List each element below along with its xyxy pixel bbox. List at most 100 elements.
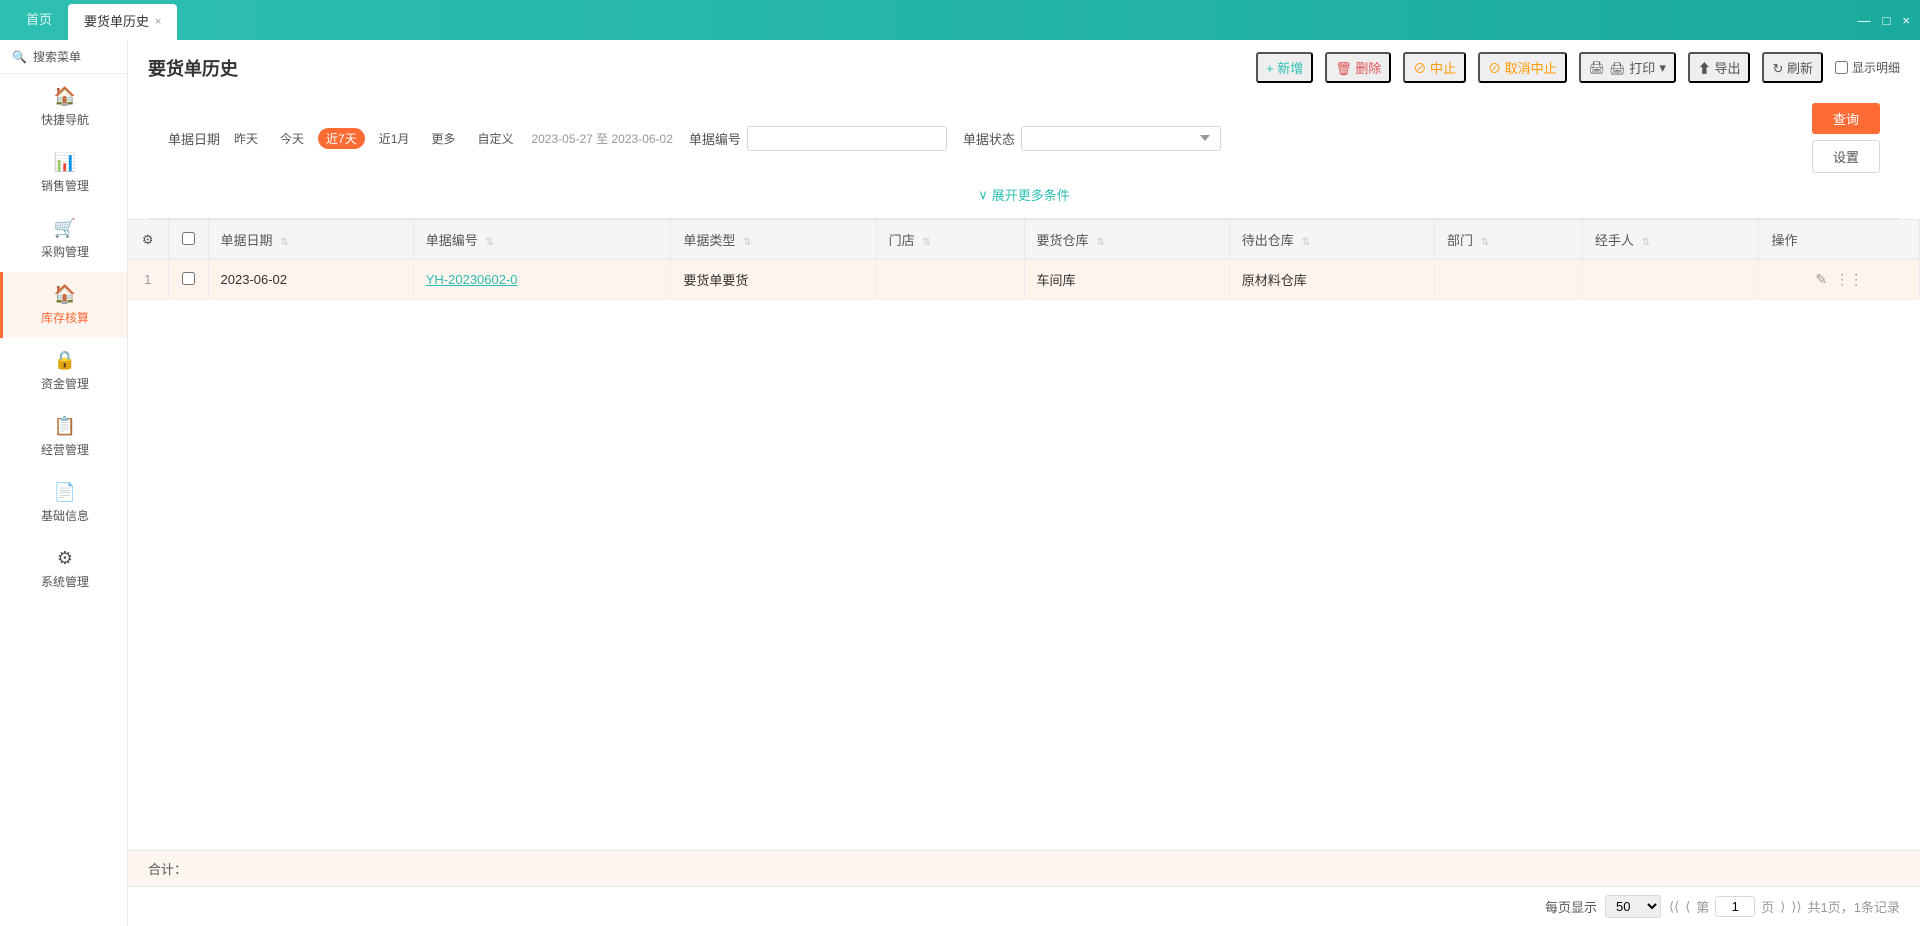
col-store[interactable]: 门店 ⇅ [876,220,1024,260]
page-label: 页 [1761,897,1774,916]
sidebar-item-finance-label: 资金管理 [41,375,89,392]
window-maximize-icon[interactable]: □ [1883,13,1891,28]
edit-icon[interactable]: ✎ [1815,271,1827,288]
select-all-checkbox[interactable] [182,232,195,245]
print-icon: 🖨 [1589,60,1606,76]
table-container: ⚙ 单据日期 ⇅ 单据编号 ⇅ [128,220,1920,850]
row-store [876,260,1024,300]
content-area: 要货单历史 + 新增 🗑 删除 ⊘ 中止 ⊘ 取消中止 🖨 🖨 打印 ▾ ⬆ 导… [128,40,1920,926]
show-detail-input[interactable] [1835,61,1848,74]
window-minimize-icon[interactable]: — [1858,13,1871,28]
doc-status-select[interactable] [1021,126,1221,151]
sidebar-item-purchase-mgmt[interactable]: 🛒 采购管理 [0,206,127,272]
doc-icon: 📄 [54,482,76,503]
expand-more[interactable]: ∨ 展开更多条件 [168,181,1880,208]
per-page-select[interactable]: 50 100 200 [1605,895,1661,918]
page-header: 要货单历史 + 新增 🗑 删除 ⊘ 中止 ⊘ 取消中止 🖨 🖨 打印 ▾ ⬆ 导… [128,40,1920,220]
sidebar-item-operations-mgmt[interactable]: 📋 经营管理 [0,404,127,470]
sidebar-item-quick-nav-label: 快捷导航 [41,111,89,128]
sidebar-search[interactable]: 🔍 搜索菜单 [0,40,127,74]
filter-date: 单据日期 昨天 今天 近7天 近1月 更多 自定义 2023-05-27 至 2… [168,128,673,149]
first-page-icon[interactable]: ⟨⟨ [1669,899,1679,915]
search-icon: 🔍 [12,50,27,64]
main-layout: 🔍 搜索菜单 🏠 快捷导航 📊 销售管理 🛒 采购管理 🏠 库存核算 🔒 资金管… [0,40,1920,926]
col-type[interactable]: 单据类型 ⇅ [671,220,876,260]
top-bar-right: — □ × [1858,13,1910,28]
col-settings[interactable]: ⚙ [128,220,168,260]
col-handler[interactable]: 经手人 ⇅ [1582,220,1759,260]
col-number[interactable]: 单据编号 ⇅ [413,220,671,260]
show-detail-checkbox[interactable]: 显示明细 [1835,59,1900,76]
shortcut-today[interactable]: 今天 [272,128,312,149]
shortcut-1month[interactable]: 近1月 [371,128,418,149]
next-page-icon[interactable]: ⟩ [1780,899,1785,915]
col-date[interactable]: 单据日期 ⇅ [208,220,413,260]
tab-home-label: 首页 [26,0,52,40]
page-input[interactable] [1715,896,1755,917]
refresh-button[interactable]: ↻ 刷新 [1762,52,1823,83]
last-page-icon[interactable]: ⟩⟩ [1791,899,1801,915]
summary-label: 合计： [148,859,187,878]
clipboard-icon: 📋 [54,416,76,437]
filter-area: 单据日期 昨天 今天 近7天 近1月 更多 自定义 2023-05-27 至 2… [148,93,1900,219]
tab-home[interactable]: 首页 [10,0,68,40]
toolbar: + 新增 🗑 删除 ⊘ 中止 ⊘ 取消中止 🖨 🖨 打印 ▾ ⬆ 导出 ↻ 刷新… [1256,52,1900,83]
query-button[interactable]: 查询 [1812,103,1880,134]
home-icon: 🏠 [54,86,76,107]
row-checkbox-cell[interactable] [168,260,208,300]
pagination-bar: 每页显示 50 100 200 ⟨⟨ ⟨ 第 页 ⟩ ⟩⟩ 共1页，1条记录 [128,886,1920,926]
filter-doc-status: 单据状态 [963,126,1221,151]
shortcut-yesterday[interactable]: 昨天 [226,128,266,149]
sidebar: 🔍 搜索菜单 🏠 快捷导航 📊 销售管理 🛒 采购管理 🏠 库存核算 🔒 资金管… [0,40,128,926]
print-button[interactable]: 🖨 🖨 打印 ▾ [1579,52,1676,83]
row-handler [1582,260,1759,300]
sidebar-item-quick-nav[interactable]: 🏠 快捷导航 [0,74,127,140]
sidebar-item-finance-mgmt[interactable]: 🔒 资金管理 [0,338,127,404]
table-header-row: ⚙ 单据日期 ⇅ 单据编号 ⇅ [128,220,1920,260]
page-title-bar: 要货单历史 + 新增 🗑 删除 ⊘ 中止 ⊘ 取消中止 🖨 🖨 打印 ▾ ⬆ 导… [148,52,1900,83]
sidebar-item-operations-label: 经营管理 [41,441,89,458]
tab-requisition-history[interactable]: 要货单历史 × [68,4,177,40]
tab-close-icon[interactable]: × [155,2,161,42]
window-close-icon[interactable]: × [1902,13,1910,28]
new-button[interactable]: + 新增 [1256,52,1313,83]
sidebar-item-basic-info[interactable]: 📄 基础信息 [0,470,127,536]
sort-dept-icon: ⇅ [1481,237,1489,248]
shortcut-more[interactable]: 更多 [423,128,463,149]
more-icon[interactable]: ⋮⋮ [1835,271,1863,288]
filter-actions: 查询 设置 [1812,103,1880,173]
shortcut-custom[interactable]: 自定义 [469,128,521,149]
sort-handler-icon: ⇅ [1642,237,1650,248]
sidebar-item-system-mgmt[interactable]: ⚙ 系统管理 [0,536,127,602]
doc-number-label: 单据编号 [689,129,741,148]
shortcut-7days[interactable]: 近7天 [318,128,365,149]
sort-pend-wh-icon: ⇅ [1301,237,1309,248]
date-range-display: 2023-05-27 至 2023-06-02 [531,130,672,147]
cancel-stop-button[interactable]: ⊘ 取消中止 [1478,52,1567,83]
sidebar-item-sales-label: 销售管理 [41,177,89,194]
row-type: 要货单要货 [671,260,876,300]
table-row: 1 2023-06-02 YH-20230602-0 要货单要货 车间库 原材料… [128,260,1920,300]
row-checkbox[interactable] [182,272,195,285]
settings-button[interactable]: 设置 [1812,140,1880,173]
col-req-warehouse[interactable]: 要货仓库 ⇅ [1024,220,1229,260]
sidebar-item-sales-mgmt[interactable]: 📊 销售管理 [0,140,127,206]
row-index: 1 [128,260,168,300]
col-action: 操作 [1759,220,1920,260]
export-button[interactable]: ⬆ 导出 [1688,52,1751,83]
doc-number-link[interactable]: YH-20230602-0 [426,272,518,287]
print-dropdown-icon: ▾ [1659,60,1666,76]
col-checkbox[interactable] [168,220,208,260]
col-pending-warehouse[interactable]: 待出仓库 ⇅ [1229,220,1434,260]
stop-button[interactable]: ⊘ 中止 [1403,52,1466,83]
row-req-warehouse: 车间库 [1024,260,1229,300]
delete-button[interactable]: 🗑 删除 [1325,52,1391,83]
page-label-before: 第 [1696,897,1709,916]
table-footer: 合计： [128,850,1920,886]
prev-page-icon[interactable]: ⟨ [1685,899,1690,915]
col-department[interactable]: 部门 ⇅ [1435,220,1583,260]
sort-store-icon: ⇅ [922,237,930,248]
doc-number-input[interactable] [747,126,947,151]
chart-icon: 📊 [54,152,76,173]
sidebar-item-inventory[interactable]: 🏠 库存核算 [0,272,127,338]
